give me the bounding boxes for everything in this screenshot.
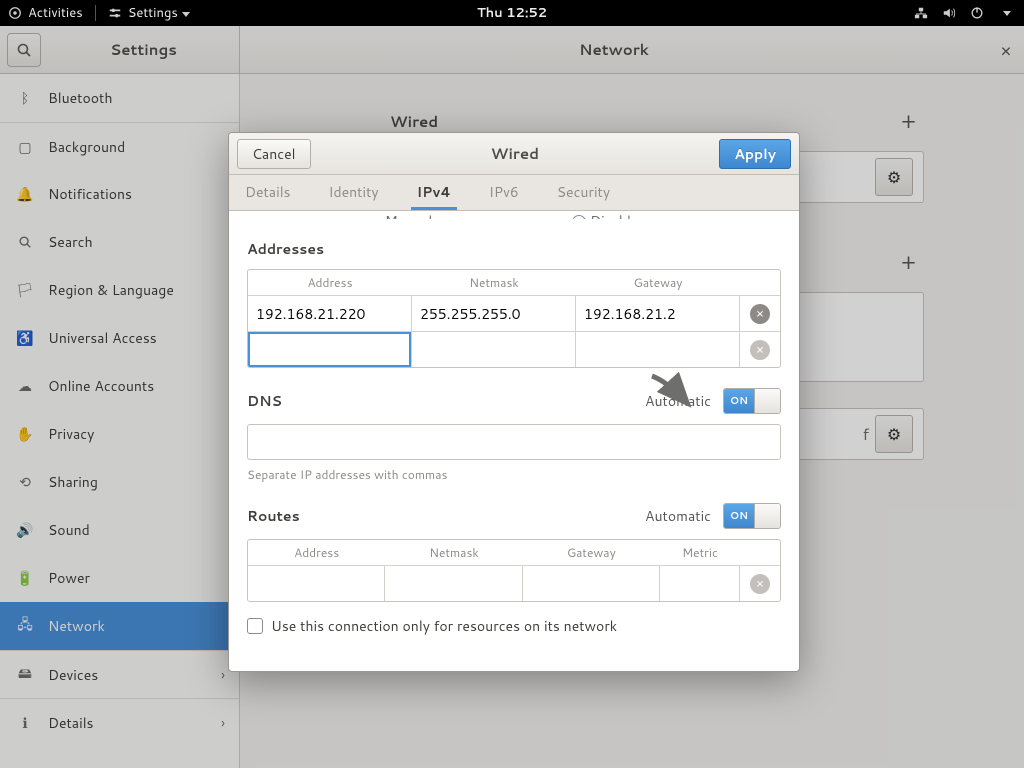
close-icon: ×: [756, 575, 764, 593]
tab-ipv6[interactable]: IPv6: [483, 182, 525, 210]
gateway-input-0[interactable]: [576, 295, 740, 331]
close-icon: ×: [756, 305, 764, 323]
address-input-1[interactable]: [248, 331, 412, 367]
ipv4-method-manual[interactable]: Manual: [367, 211, 432, 219]
routes-heading: Routes: [247, 506, 300, 526]
local-only-checkbox[interactable]: [247, 618, 263, 634]
addresses-heading: Addresses: [247, 239, 781, 259]
tab-identity[interactable]: Identity: [323, 182, 385, 210]
col-gateway: Gateway: [576, 270, 740, 295]
radio-icon: [572, 215, 586, 219]
tab-ipv4[interactable]: IPv4: [411, 182, 457, 210]
dialog-tabs: Details Identity IPv4 IPv6 Security: [229, 175, 799, 211]
addresses-table: Address Netmask Gateway × ×: [247, 269, 781, 368]
routes-automatic-label: Automatic: [645, 506, 711, 526]
close-icon: ×: [756, 341, 764, 359]
power-icon[interactable]: [970, 6, 984, 20]
radio-selected-icon: [367, 219, 381, 220]
dns-automatic-label: Automatic: [645, 391, 711, 411]
routes-table: Address Netmask Gateway Metric ×: [247, 539, 781, 602]
netmask-input-1[interactable]: [412, 331, 576, 367]
gateway-input-1[interactable]: [576, 331, 740, 367]
col-address: Address: [248, 540, 385, 565]
col-metric: Metric: [660, 540, 740, 565]
settings-app-icon: [108, 6, 122, 20]
route-gateway-input-0[interactable]: [523, 565, 660, 601]
route-netmask-input-0[interactable]: [385, 565, 522, 601]
remove-row-button-0[interactable]: ×: [750, 304, 770, 324]
apply-button[interactable]: Apply: [719, 139, 791, 169]
netmask-input-0[interactable]: [412, 295, 576, 331]
clock[interactable]: Thu 12:52: [477, 4, 547, 22]
dns-heading: DNS: [247, 391, 282, 411]
routes-automatic-toggle[interactable]: ON: [723, 503, 781, 529]
volume-icon[interactable]: [942, 6, 956, 20]
route-metric-input-0[interactable]: [660, 565, 740, 601]
radio-label: Manual: [385, 211, 432, 219]
dns-automatic-toggle[interactable]: ON: [723, 388, 781, 414]
activities-icon: [8, 6, 22, 20]
ipv4-method-disable[interactable]: Disable: [572, 211, 638, 219]
radio-label: Disable: [590, 211, 638, 219]
col-netmask: Netmask: [412, 270, 576, 295]
cancel-button[interactable]: Cancel: [237, 139, 311, 169]
col-address: Address: [248, 270, 412, 295]
connection-editor-dialog: Cancel Wired Apply Details Identity IPv4…: [228, 132, 800, 672]
dialog-title: Wired: [311, 143, 720, 164]
address-input-0[interactable]: [248, 295, 412, 331]
route-address-input-0[interactable]: [248, 565, 385, 601]
dns-servers-input[interactable]: [247, 424, 781, 460]
toggle-on-label: ON: [724, 389, 754, 413]
gnome-top-bar: Activities Settings Thu 12:52: [0, 0, 1024, 26]
tab-details[interactable]: Details: [239, 182, 297, 210]
dns-helper-text: Separate IP addresses with commas: [247, 466, 781, 483]
local-only-label: Use this connection only for resources o…: [271, 616, 617, 636]
system-menu-caret-icon[interactable]: [998, 6, 1012, 20]
col-netmask: Netmask: [385, 540, 522, 565]
remove-route-button-0[interactable]: ×: [750, 574, 770, 594]
activities-button[interactable]: Activities: [28, 4, 83, 22]
toggle-on-label: ON: [724, 504, 754, 528]
remove-row-button-1[interactable]: ×: [750, 340, 770, 360]
toggle-knob-icon: [754, 389, 780, 413]
dialog-header: Cancel Wired Apply: [229, 133, 799, 175]
col-gateway: Gateway: [523, 540, 660, 565]
app-menu-button[interactable]: Settings: [128, 4, 190, 22]
network-status-icon[interactable]: [914, 6, 928, 20]
tab-security[interactable]: Security: [551, 182, 616, 210]
toggle-knob-icon: [754, 504, 780, 528]
